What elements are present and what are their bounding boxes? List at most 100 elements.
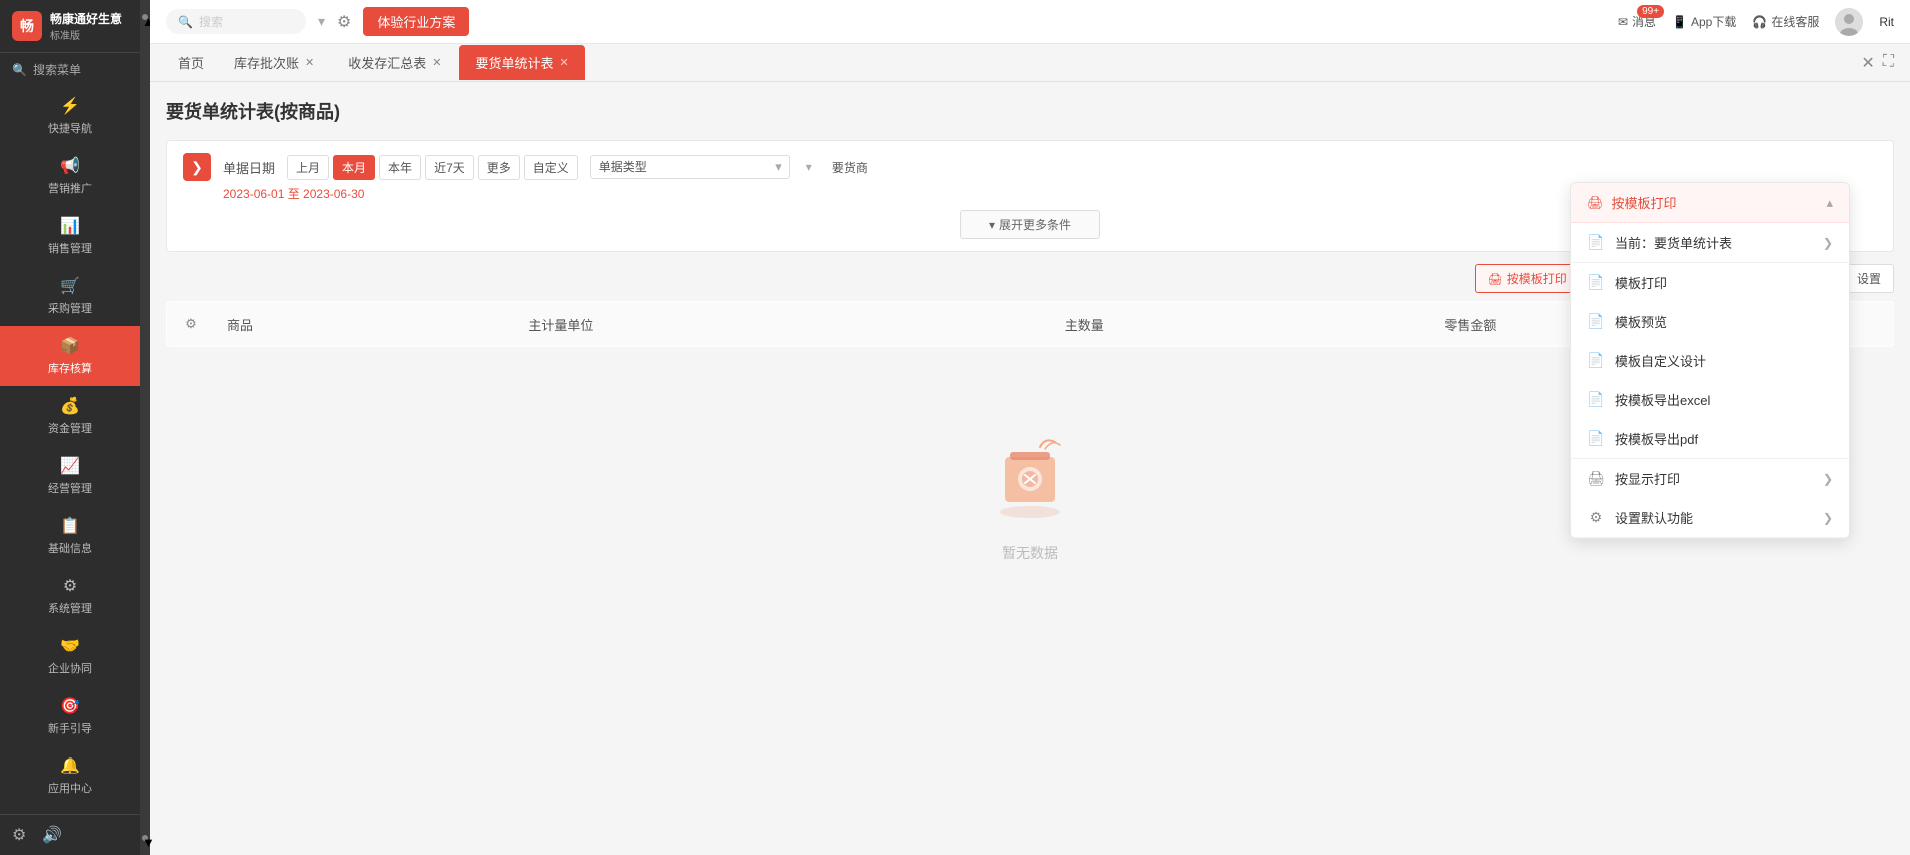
table-col-unit: 主计量单位 [516,302,1052,347]
dropdown-title: 按模板打印 [1612,193,1677,212]
tab-home[interactable]: 首页 [166,45,216,80]
window-controls: ✕ ⛶ [1861,53,1894,73]
sidebar-item-sales[interactable]: 📊 销售管理 [0,206,140,266]
topbar: 🔍 搜索 ▾ ⚙ 体验行业方案 ✉ 消息 99+ 📱 App下载 🎧 在线客服 [150,0,1910,44]
app-download-label: App下载 [1691,13,1736,30]
sidebar-item-operations[interactable]: 📈 经营管理 [0,446,140,506]
date-last-month-btn[interactable]: 上月 [287,155,329,180]
sidebar-item-marketing[interactable]: 📢 营销推广 [0,146,140,206]
printer-icon: 🖨 [1488,272,1503,286]
sidebar-item-guide[interactable]: 🎯 新手引导 [0,686,140,746]
quick-nav-icon: ⚡ [60,96,80,116]
operations-icon: 📈 [60,456,80,476]
export-excel-label: 按模板导出excel [1615,390,1710,409]
goods-label: 要货商 [832,159,868,176]
sidebar-item-label: 库存核算 [48,360,92,376]
topbar-actions: ✉ 消息 99+ 📱 App下载 🎧 在线客服 Rit [1618,8,1894,36]
template-print-icon: 📄 [1587,274,1605,291]
sidebar-item-label: 企业协同 [48,660,92,676]
app-download-action[interactable]: 📱 App下载 [1672,13,1736,30]
trial-button[interactable]: 体验行业方案 [363,7,469,36]
sidebar-item-label: 系统管理 [48,600,92,616]
doc-type-select[interactable]: 单据类型 [590,155,790,179]
dropdown-item-template-preview[interactable]: 📄 模板预览 [1571,302,1849,341]
sidebar-item-label: 应用中心 [48,780,92,796]
sidebar-item-enterprise[interactable]: 🤝 企业协同 [0,626,140,686]
tab-batch-account[interactable]: 库存批次账 ✕ [218,45,330,80]
dropdown-set-default[interactable]: ⚙ 设置默认功能 ❯ [1571,498,1849,537]
topbar-dropdown-icon[interactable]: ▾ [318,13,325,30]
dropdown-header[interactable]: 🖨 按模板打印 ▴ [1571,183,1849,223]
table-col-settings: ⚙ [167,302,216,347]
dropdown-item-export-pdf[interactable]: 📄 按模板导出pdf [1571,419,1849,458]
filter-expand-btn[interactable]: ❯ [183,153,211,181]
dropdown-item-template-print[interactable]: 📄 模板打印 [1571,263,1849,302]
expand-window-btn[interactable]: ⛶ [1883,53,1894,73]
date-range-text: 2023-06-01 至 2023-06-30 [223,187,364,201]
sidebar-item-basic-info[interactable]: 📋 基础信息 [0,506,140,566]
date-more-btn[interactable]: 更多 [478,155,520,180]
dropdown-display-print[interactable]: 🖨 按显示打印 ❯ [1571,459,1849,498]
dropdown-current-item[interactable]: 📄 当前：要货单统计表 ❯ [1571,223,1849,262]
tab-close-icon[interactable]: ✕ [305,56,314,69]
topbar-settings-icon[interactable]: ⚙ [337,12,351,32]
sidebar-item-inventory[interactable]: 📦 库存核算 [0,326,140,386]
message-badge: 99+ [1637,5,1664,18]
sidebar-item-wechat[interactable]: 💬 企业微信 [0,806,140,814]
settings-icon[interactable]: ⚙ [12,825,26,845]
date-custom-btn[interactable]: 自定义 [524,155,578,180]
date-last-7-days-btn[interactable]: 近7天 [425,155,474,180]
sidebar-item-quick-nav[interactable]: ⚡ 快捷导航 [0,86,140,146]
user-avatar[interactable] [1835,8,1863,36]
tab-close-icon[interactable]: ✕ [560,56,569,69]
tab-receipt-summary[interactable]: 收发存汇总表 ✕ [332,45,457,80]
expand-more-btn[interactable]: ▾ 展开更多条件 [960,210,1100,239]
topbar-search[interactable]: 🔍 搜索 [166,9,306,34]
set-default-left: ⚙ 设置默认功能 [1587,508,1693,527]
sidebar-item-label: 销售管理 [48,240,92,256]
dropdown-item-export-excel[interactable]: 📄 按模板导出excel [1571,380,1849,419]
sidebar-item-label: 基础信息 [48,540,92,556]
template-design-label: 模板自定义设计 [1615,351,1706,370]
chevron-right-icon: ❯ [191,159,203,176]
chevron-right-icon: ❯ [1823,236,1833,250]
export-pdf-label: 按模板导出pdf [1615,429,1698,448]
sound-icon[interactable]: 🔊 [42,825,62,845]
sidebar-item-label: 经营管理 [48,480,92,496]
dropdown-groups-section: 🖨 按显示打印 ❯ ⚙ 设置默认功能 ❯ [1571,459,1849,538]
online-service-action[interactable]: 🎧 在线客服 [1752,13,1819,30]
table-settings-btn[interactable]: ⚙ [179,312,203,336]
chevron-up-icon: ▴ [1826,195,1833,211]
close-window-btn[interactable]: ✕ [1861,53,1874,73]
dropdown-item-template-design[interactable]: 📄 模板自定义设计 [1571,341,1849,380]
display-print-left: 🖨 按显示打印 [1587,469,1680,488]
sidebar-item-label: 营销推广 [48,180,92,196]
export-excel-icon: 📄 [1587,391,1605,408]
system-icon: ⚙ [63,576,77,596]
tab-order-stats[interactable]: 要货单统计表 ✕ [459,45,584,80]
date-current-year-btn[interactable]: 本年 [379,155,421,180]
print-icon: 🖨 [1587,195,1604,211]
table-col-quantity: 主数量 [1053,302,1433,347]
finance-icon: 💰 [60,396,80,416]
sidebar-item-purchase[interactable]: 🛒 采购管理 [0,266,140,326]
date-current-month-btn[interactable]: 本月 [333,155,375,180]
tab-label: 收发存汇总表 [348,53,426,72]
sidebar-scrollbar[interactable]: ▲ ▼ [140,0,150,855]
settings-btn[interactable]: 设置 [1844,264,1894,293]
scroll-up-btn[interactable]: ▲ [142,14,148,20]
tab-close-icon[interactable]: ✕ [432,56,441,69]
sidebar-item-finance[interactable]: 💰 资金管理 [0,386,140,446]
sidebar-item-system[interactable]: ⚙ 系统管理 [0,566,140,626]
message-action[interactable]: ✉ 消息 99+ [1618,13,1656,30]
marketing-icon: 📢 [60,156,80,176]
chevron-right-icon: ❯ [1823,472,1833,486]
purchase-icon: 🛒 [60,276,80,296]
empty-illustration [980,427,1080,527]
scroll-down-btn[interactable]: ▼ [142,835,148,841]
set-default-icon: ⚙ [1587,509,1605,526]
template-preview-label: 模板预览 [1615,312,1667,331]
sidebar-search[interactable]: 🔍 搜索菜单 [0,53,140,86]
sidebar-item-label: 新手引导 [48,720,92,736]
sidebar-item-app-center[interactable]: 🔔 应用中心 [0,746,140,806]
